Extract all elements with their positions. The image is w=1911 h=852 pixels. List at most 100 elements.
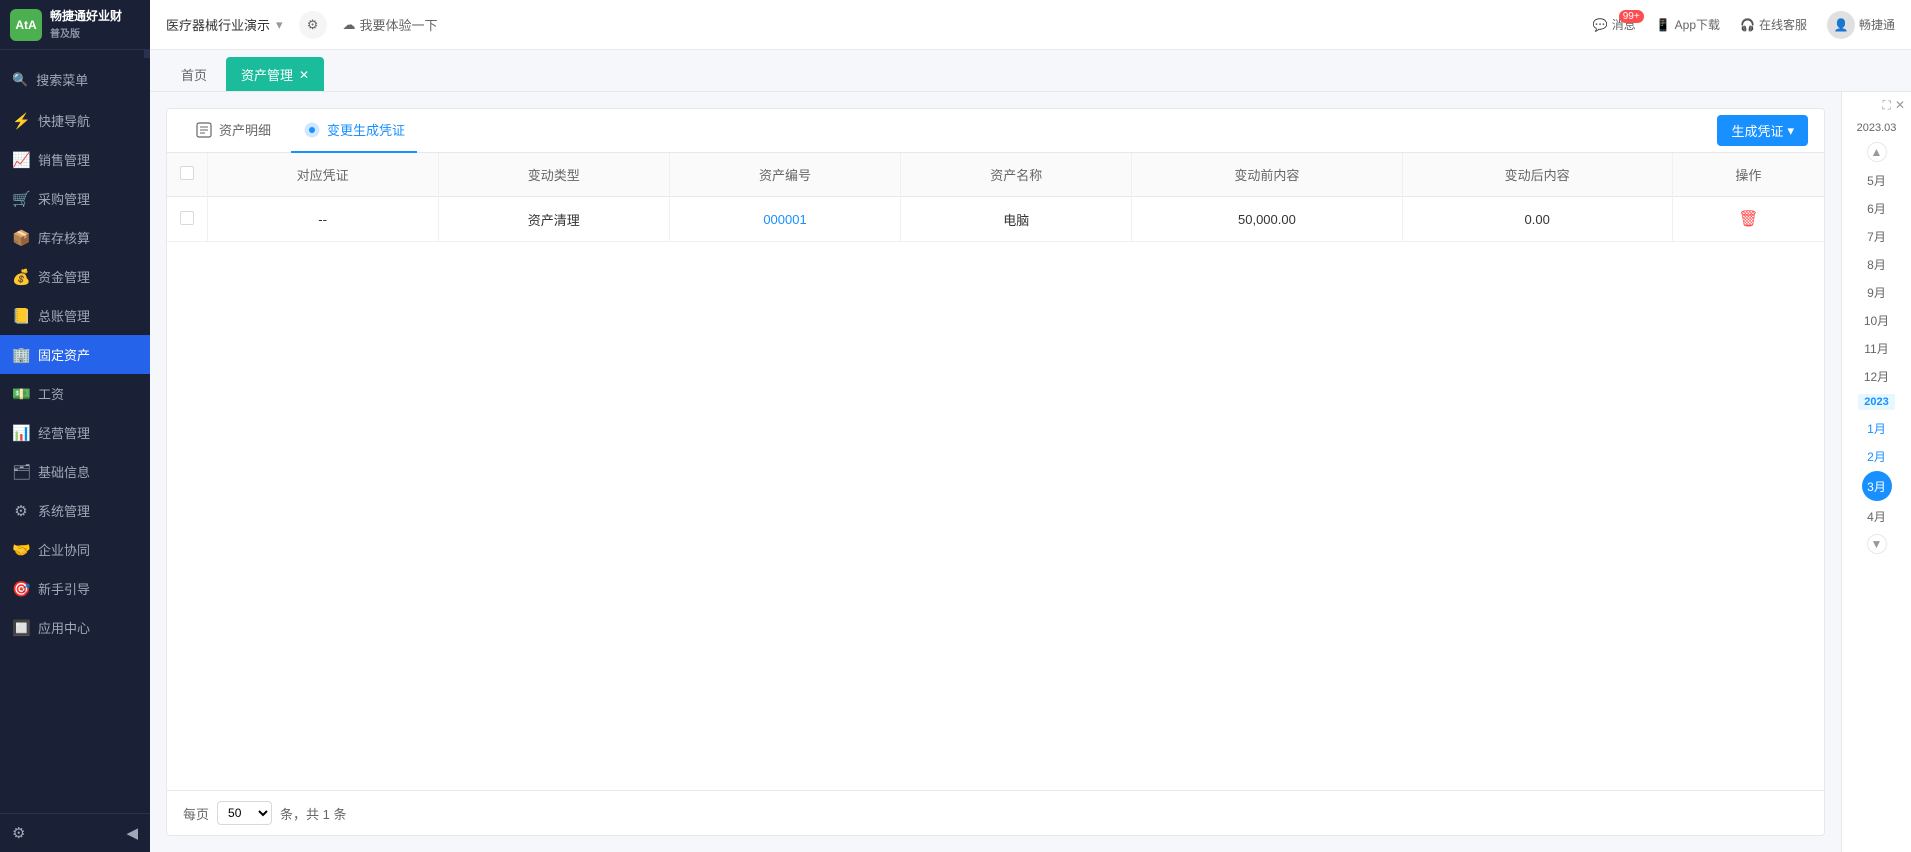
- tabbar: 首页 资产管理 ✕: [150, 50, 1911, 92]
- guide-icon: 🎯: [12, 580, 30, 598]
- company-selector[interactable]: 医疗器械行业演示 ▾: [166, 15, 283, 34]
- sidebar-item-label: 采购管理: [38, 189, 90, 208]
- col-header-asset-name: 资产名称: [901, 153, 1132, 197]
- app-logo-icon: AtA: [10, 9, 42, 41]
- sidebar-item-payroll[interactable]: 💵 工资: [0, 374, 150, 413]
- month-8[interactable]: 8月: [1854, 251, 1900, 277]
- headset-icon: 🎧: [1740, 18, 1755, 32]
- topbar: 医疗器械行业演示 ▾ ⚙ ☁ 我要体验一下 💬 消息 99+ 📱 App下载 🎧…: [150, 0, 1911, 50]
- tab-home[interactable]: 首页: [166, 57, 222, 91]
- month-6[interactable]: 6月: [1854, 195, 1900, 221]
- sidebar-item-app-center[interactable]: 🔲 应用中心: [0, 608, 150, 647]
- sidebar-item-label: 新手引导: [38, 579, 90, 598]
- tab-close-icon[interactable]: ✕: [299, 68, 309, 82]
- sidebar-item-base-info[interactable]: 🗂 基础信息: [0, 452, 150, 491]
- main-area: 医疗器械行业演示 ▾ ⚙ ☁ 我要体验一下 💬 消息 99+ 📱 App下载 🎧…: [150, 0, 1911, 852]
- fund-icon: 💰: [12, 268, 30, 286]
- row-voucher: --: [207, 197, 438, 242]
- inner-tab-asset-detail[interactable]: 资产明细: [183, 109, 283, 153]
- month-9[interactable]: 9月: [1854, 279, 1900, 305]
- table-footer: 每页 20 50 100 条，共 1 条: [167, 790, 1824, 835]
- generate-voucher-button[interactable]: 生成凭证 ▾: [1717, 115, 1808, 146]
- sidebar-logo: AtA 畅捷通好业财 普及版: [0, 0, 150, 50]
- base-info-icon: 🗂: [12, 463, 30, 481]
- col-header-operation: 操作: [1672, 153, 1824, 197]
- panel-scroll-up[interactable]: ▲: [1842, 138, 1911, 166]
- month-11[interactable]: 11月: [1854, 335, 1900, 361]
- generate-voucher-icon: [303, 121, 321, 139]
- assets-icon: 🏢: [12, 346, 30, 364]
- sidebar-item-system[interactable]: ⚙ 系统管理: [0, 491, 150, 530]
- search-icon: 🔍: [12, 72, 28, 88]
- row-asset-name: 电脑: [901, 197, 1132, 242]
- app-download-button[interactable]: 📱 App下载: [1656, 16, 1720, 33]
- sidebar-item-fund[interactable]: 💰 资金管理: [0, 257, 150, 296]
- sidebar-item-purchase[interactable]: 🛒 采购管理: [0, 179, 150, 218]
- month-2023-1[interactable]: 1月: [1854, 415, 1900, 441]
- sidebar-item-label: 企业协同: [38, 540, 90, 559]
- row-after-content: 0.00: [1402, 197, 1672, 242]
- experience-label: 我要体验一下: [360, 15, 438, 34]
- quick-nav-icon: ⚡: [12, 112, 30, 130]
- panel-scroll-down[interactable]: ▼: [1842, 530, 1911, 558]
- col-header-before-content: 变动前内容: [1132, 153, 1402, 197]
- sidebar: AtA 畅捷通好业财 普及版 🔍 搜索菜单 ⚡ 快捷导航 📈 销售管理 🛒 采购…: [0, 0, 150, 852]
- message-icon: 💬: [1593, 18, 1608, 32]
- sidebar-item-label: 经营管理: [38, 423, 90, 442]
- avatar-icon: 👤: [1834, 18, 1849, 32]
- sidebar-item-assets[interactable]: 🏢 固定资产: [0, 335, 150, 374]
- generate-btn-dropdown-icon: ▾: [1787, 123, 1794, 139]
- col-header-voucher: 对应凭证: [207, 153, 438, 197]
- inner-tab-generate-voucher-label: 变更生成凭证: [327, 120, 405, 139]
- month-2023-2[interactable]: 2月: [1854, 443, 1900, 469]
- message-button[interactable]: 💬 消息 99+: [1593, 16, 1636, 33]
- panel-expand-icon[interactable]: ⛶: [1883, 98, 1891, 113]
- panel-close-icon[interactable]: ✕: [1895, 98, 1905, 113]
- experience-button[interactable]: ☁ 我要体验一下: [343, 15, 438, 34]
- app-center-icon: 🔲: [12, 619, 30, 637]
- row-change-type: 资产清理: [438, 197, 669, 242]
- sidebar-item-label: 资金管理: [38, 267, 90, 286]
- user-name: 畅捷通: [1859, 16, 1895, 33]
- sidebar-item-label: 应用中心: [38, 618, 90, 637]
- row-before-content: 50,000.00: [1132, 197, 1402, 242]
- sidebar-item-label: 系统管理: [38, 501, 90, 520]
- sidebar-item-sales[interactable]: 📈 销售管理: [0, 140, 150, 179]
- inner-tab-generate-voucher[interactable]: 变更生成凭证: [291, 109, 417, 153]
- month-2023-3[interactable]: 3月: [1862, 471, 1892, 501]
- topbar-settings-button[interactable]: ⚙: [299, 11, 327, 39]
- month-5[interactable]: 5月: [1854, 167, 1900, 193]
- logo-text: AtA: [15, 18, 36, 32]
- assets-table: 对应凭证 变动类型 资产编号 资产名称 变动前内容 变动后内容 操作: [167, 153, 1824, 242]
- month-2023-4[interactable]: 4月: [1854, 503, 1900, 529]
- collapse-sidebar-icon[interactable]: ◀: [126, 824, 138, 842]
- settings-footer-icon[interactable]: ⚙: [12, 824, 25, 842]
- sidebar-item-ledger[interactable]: 📒 总账管理: [0, 296, 150, 335]
- sales-icon: 📈: [12, 151, 30, 169]
- sidebar-search[interactable]: 🔍 搜索菜单: [0, 62, 150, 97]
- month-7[interactable]: 7月: [1854, 223, 1900, 249]
- sidebar-item-inventory[interactable]: 📦 库存核算: [0, 218, 150, 257]
- tab-assets-manage[interactable]: 资产管理 ✕: [226, 57, 324, 91]
- row-checkbox[interactable]: [180, 211, 194, 225]
- select-all-checkbox[interactable]: [180, 166, 194, 180]
- month-10[interactable]: 10月: [1854, 307, 1900, 333]
- operations-icon: 📊: [12, 424, 30, 442]
- sidebar-item-collab[interactable]: 🤝 企业协同: [0, 530, 150, 569]
- sidebar-item-operations[interactable]: 📊 经营管理: [0, 413, 150, 452]
- sidebar-item-quick-nav[interactable]: ⚡ 快捷导航: [0, 101, 150, 140]
- customer-service-button[interactable]: 🎧 在线客服: [1740, 16, 1807, 33]
- delete-row-icon[interactable]: 🗑: [1738, 211, 1758, 228]
- page-size-select[interactable]: 20 50 100: [217, 801, 272, 825]
- sidebar-nav: ⚡ 快捷导航 📈 销售管理 🛒 采购管理 📦 库存核算 💰 资金管理 📒 总账管…: [0, 101, 150, 813]
- row-operation: 🗑: [1672, 197, 1824, 242]
- app-name: 畅捷通好业财: [50, 9, 122, 25]
- sidebar-item-guide[interactable]: 🎯 新手引导: [0, 569, 150, 608]
- month-12[interactable]: 12月: [1854, 363, 1900, 389]
- main-card: 资产明细 变更生成凭证 生成凭证 ▾: [166, 108, 1825, 836]
- user-avatar: 👤: [1827, 11, 1855, 39]
- company-dropdown-arrow: ▾: [276, 17, 283, 33]
- year-2023-label[interactable]: 2023: [1858, 394, 1894, 410]
- sidebar-item-label: 销售管理: [38, 150, 90, 169]
- user-menu[interactable]: 👤 畅捷通: [1827, 11, 1895, 39]
